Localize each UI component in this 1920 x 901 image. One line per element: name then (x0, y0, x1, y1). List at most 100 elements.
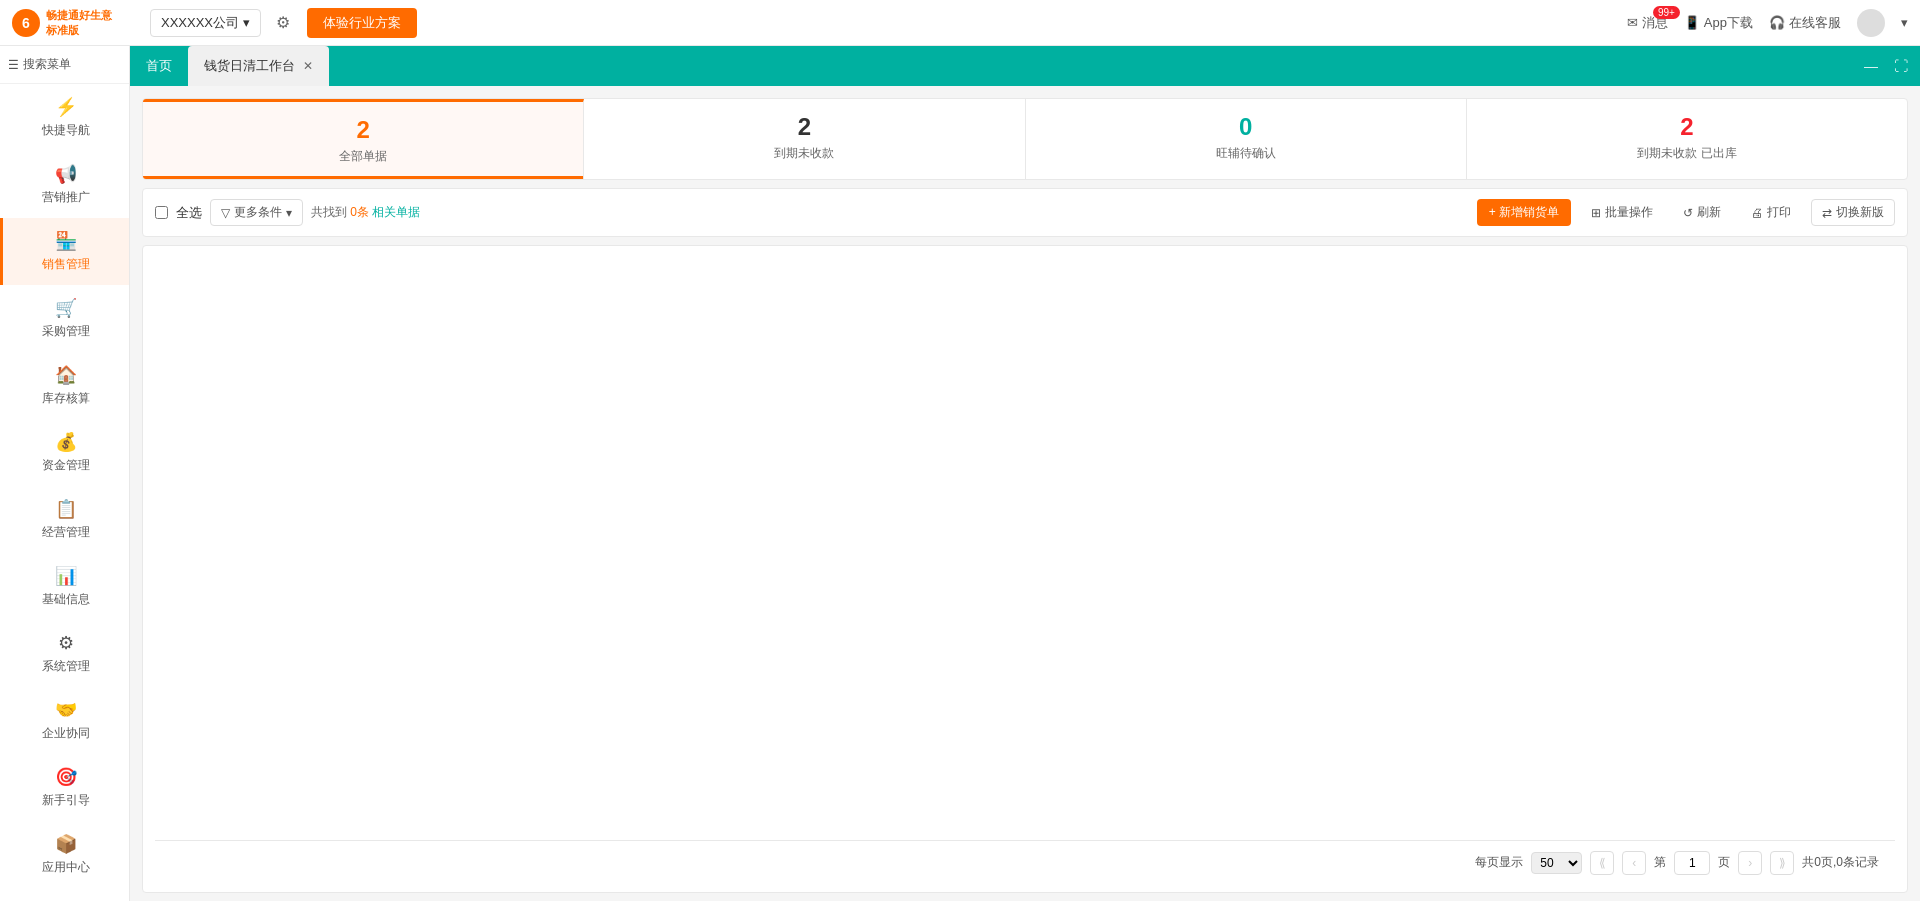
beginner-icon: 🎯 (55, 766, 77, 788)
company-selector[interactable]: XXXXXX公司 ▾ (150, 9, 261, 37)
download-icon: 📱 (1684, 15, 1700, 30)
next-page-button[interactable]: › (1738, 851, 1762, 875)
tab-actions: — ⛶ (1860, 54, 1920, 78)
sidebar-item-sales[interactable]: 🏪 销售管理 (0, 218, 129, 285)
flash-icon: ⚡ (55, 96, 77, 118)
last-page-button[interactable]: ⟫ (1770, 851, 1794, 875)
chevron-down-icon: ▾ (1901, 15, 1908, 30)
refresh-icon: ↺ (1683, 206, 1693, 220)
page-size-select[interactable]: 50 10 20 100 (1531, 852, 1582, 874)
sidebar-item-inventory[interactable]: 🏠 库存核算 (0, 352, 129, 419)
stats-row: 2 全部单据 2 到期未收款 0 旺辅待确认 2 到期未收款 已出库 (142, 98, 1908, 180)
stat-label-overdue-shipped: 到期未收款 已出库 (1483, 145, 1891, 162)
maximize-icon[interactable]: ⛶ (1890, 54, 1912, 78)
batch-icon: ⊞ (1591, 206, 1601, 220)
toolbar: 全选 ▽ 更多条件 ▾ 共找到 0条 相关单据 + 新增销货单 ⊞ 批量操作 (142, 188, 1908, 237)
filter-icon: ▽ (221, 206, 230, 220)
stat-num-overdue-shipped: 2 (1483, 113, 1891, 141)
add-sales-order-button[interactable]: + 新增销货单 (1477, 199, 1571, 226)
sidebar-item-operations[interactable]: 📋 经营管理 (0, 486, 129, 553)
batch-button[interactable]: ⊞ 批量操作 (1581, 200, 1663, 225)
filter-button[interactable]: ▽ 更多条件 ▾ (210, 199, 303, 226)
stat-card-overdue-shipped[interactable]: 2 到期未收款 已出库 (1467, 99, 1907, 179)
first-page-button[interactable]: ⟪ (1590, 851, 1614, 875)
page-size-label: 每页显示 (1475, 854, 1523, 871)
funds-icon: 💰 (55, 431, 77, 453)
sidebar-item-app-center[interactable]: 📦 应用中心 (0, 821, 129, 888)
message-icon: ✉ (1627, 15, 1638, 30)
tab-close-icon[interactable]: ✕ (303, 59, 313, 73)
stat-label-overdue: 到期未收款 (600, 145, 1008, 162)
messages-button[interactable]: ✉ 消息 99+ (1627, 14, 1668, 32)
stat-label-wangwang: 旺辅待确认 (1042, 145, 1450, 162)
top-bar: 6 畅捷通好生意 标准版 XXXXXX公司 ▾ ⚙ 体验行业方案 ✉ 消息 99… (0, 0, 1920, 46)
refresh-button[interactable]: ↺ 刷新 (1673, 200, 1731, 225)
experience-button[interactable]: 体验行业方案 (307, 8, 417, 38)
sidebar-item-search[interactable]: ☰ 搜索菜单 (0, 46, 129, 84)
system-icon: ⚙ (58, 632, 74, 654)
minimize-icon[interactable]: — (1860, 54, 1882, 78)
inventory-icon: 🏠 (55, 364, 77, 386)
chevron-down-icon: ▾ (243, 15, 250, 30)
sales-icon: 🏪 (55, 230, 77, 252)
toolbar-right: + 新增销货单 ⊞ 批量操作 ↺ 刷新 🖨 打印 ⇄ (1477, 199, 1895, 226)
related-link[interactable]: 相关单据 (372, 205, 420, 219)
stat-card-overdue[interactable]: 2 到期未收款 (584, 99, 1025, 179)
sidebar-item-quick-nav[interactable]: ⚡ 快捷导航 (0, 84, 129, 151)
nav-tabs: 首页 钱货日清工作台 ✕ — ⛶ (130, 46, 1920, 86)
avatar[interactable] (1857, 9, 1885, 37)
user-menu[interactable]: ▾ (1901, 15, 1908, 30)
sidebar-item-purchase[interactable]: 🛒 采购管理 (0, 285, 129, 352)
stat-label-all: 全部单据 (159, 148, 567, 165)
select-all-label: 全选 (176, 204, 202, 222)
top-bar-right: ✉ 消息 99+ 📱 App下载 🎧 在线客服 ▾ (1627, 9, 1908, 37)
app-center-icon: 📦 (55, 833, 77, 855)
prev-page-button[interactable]: ‹ (1622, 851, 1646, 875)
tab-workbench[interactable]: 钱货日清工作台 ✕ (188, 46, 329, 86)
table-empty (143, 246, 1907, 840)
sidebar-item-beginner[interactable]: 🎯 新手引导 (0, 754, 129, 821)
cooperation-icon: 🤝 (55, 699, 77, 721)
found-text: 共找到 0条 相关单据 (311, 204, 420, 221)
sidebar-item-cooperation[interactable]: 🤝 企业协同 (0, 687, 129, 754)
operations-icon: 📋 (55, 498, 77, 520)
print-button[interactable]: 🖨 打印 (1741, 200, 1801, 225)
basic-info-icon: 📊 (55, 565, 77, 587)
page-container: 2 全部单据 2 到期未收款 0 旺辅待确认 2 到期未收款 已出库 (130, 86, 1920, 901)
app-download-button[interactable]: 📱 App下载 (1684, 14, 1753, 32)
main-content: 首页 钱货日清工作台 ✕ — ⛶ 2 全部单据 2 (130, 46, 1920, 901)
switch-version-button[interactable]: ⇄ 切换新版 (1811, 199, 1895, 226)
stat-active-bar (143, 176, 583, 179)
marketing-icon: 📢 (55, 163, 77, 185)
chevron-down-icon: ▾ (286, 206, 292, 220)
tab-home[interactable]: 首页 (130, 46, 188, 86)
stat-num-overdue: 2 (600, 113, 1008, 141)
stat-card-all[interactable]: 2 全部单据 (143, 99, 584, 179)
sidebar: ☰ 搜索菜单 ⚡ 快捷导航 📢 营销推广 🏪 销售管理 🛒 采购管理 🏠 库存核… (0, 46, 130, 901)
company-name: XXXXXX公司 (161, 14, 239, 32)
online-service-button[interactable]: 🎧 在线客服 (1769, 14, 1841, 32)
select-all-checkbox[interactable] (155, 206, 168, 219)
total-label: 共0页,0条记录 (1802, 854, 1879, 871)
logo-icon: 6 (12, 9, 40, 37)
pagination: 每页显示 50 10 20 100 ⟪ ‹ 第 页 › ⟫ 共0页,0条记录 (155, 840, 1895, 884)
settings-button[interactable]: ⚙ (269, 9, 297, 37)
sidebar-item-system[interactable]: ⚙ 系统管理 (0, 620, 129, 687)
stat-card-wangwang[interactable]: 0 旺辅待确认 (1026, 99, 1467, 179)
service-icon: 🎧 (1769, 15, 1785, 30)
sidebar-item-basic-info[interactable]: 📊 基础信息 (0, 553, 129, 620)
sidebar-item-marketing[interactable]: 📢 营销推广 (0, 151, 129, 218)
toolbar-left: 全选 ▽ 更多条件 ▾ 共找到 0条 相关单据 (155, 199, 1469, 226)
app-logo: 6 畅捷通好生意 标准版 (12, 8, 142, 37)
sidebar-item-wechat[interactable]: 💬 企业微信 (0, 888, 129, 901)
page-input[interactable] (1674, 851, 1710, 875)
gear-icon: ⚙ (276, 13, 290, 32)
switch-icon: ⇄ (1822, 206, 1832, 220)
sidebar-item-funds[interactable]: 💰 资金管理 (0, 419, 129, 486)
search-icon: ☰ (8, 58, 19, 72)
messages-badge: 99+ (1653, 6, 1680, 19)
stat-num-all: 2 (159, 116, 567, 144)
logo-text: 畅捷通好生意 标准版 (46, 8, 112, 37)
print-icon: 🖨 (1751, 206, 1763, 220)
table-area: 每页显示 50 10 20 100 ⟪ ‹ 第 页 › ⟫ 共0页,0条记录 (142, 245, 1908, 893)
